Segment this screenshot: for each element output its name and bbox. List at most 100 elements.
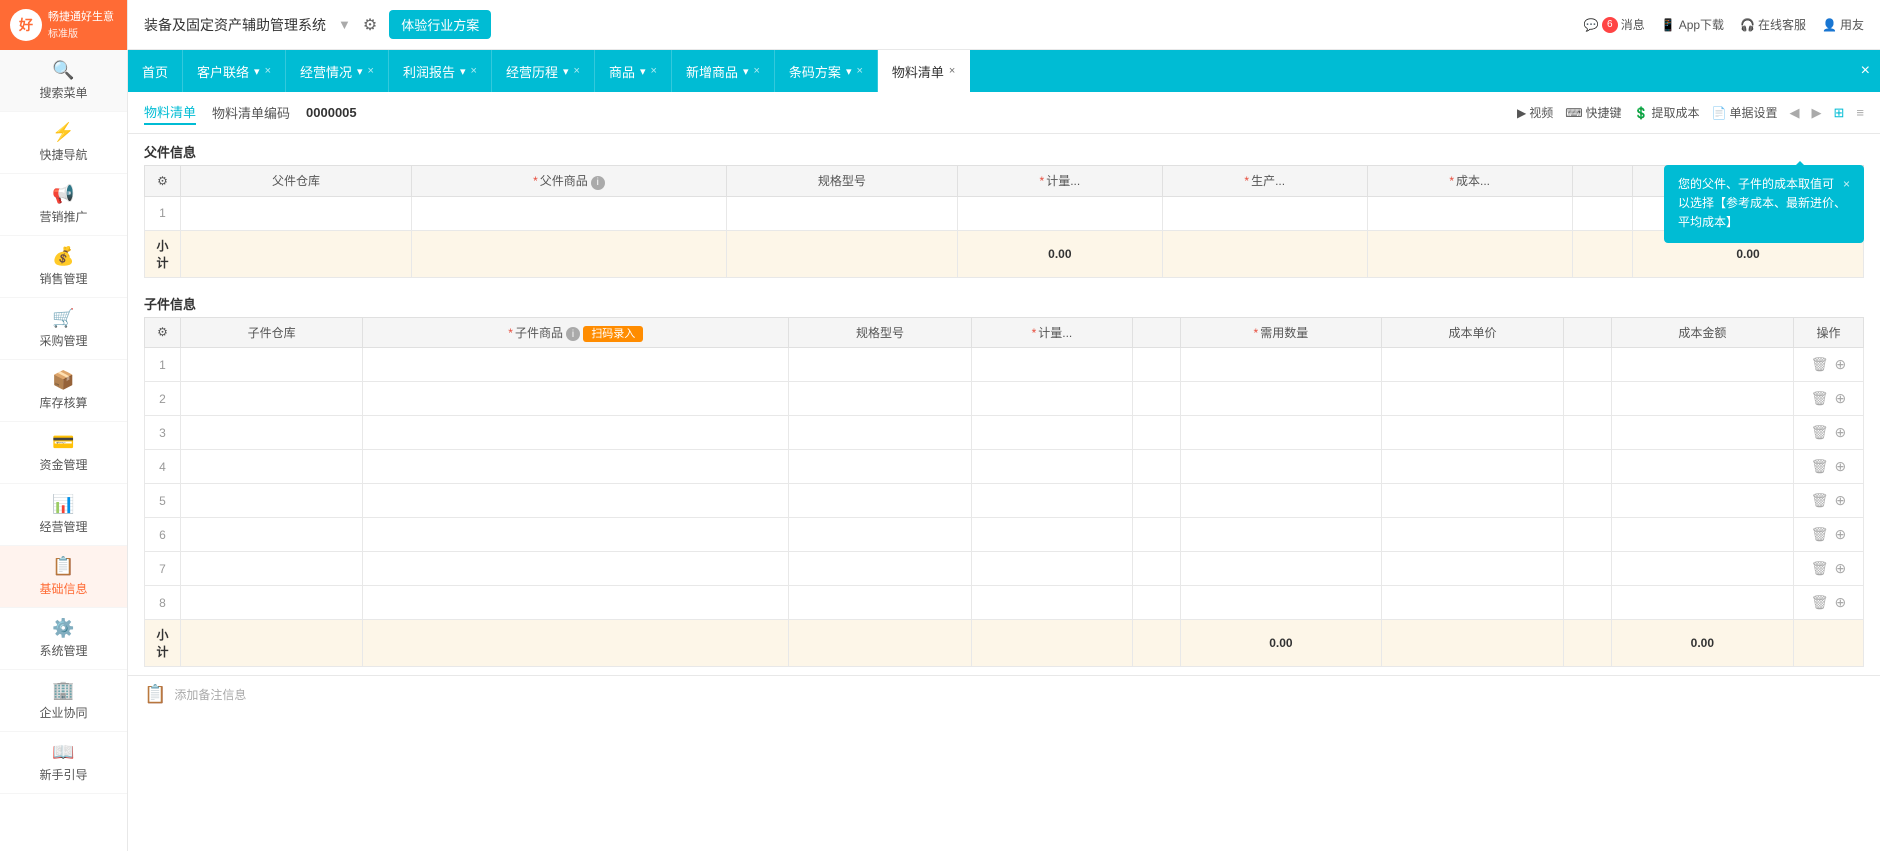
child-col-settings[interactable]: ⚙ xyxy=(145,317,181,348)
cell-cost[interactable] xyxy=(1367,196,1572,230)
delete-icon[interactable]: 🗑 xyxy=(1811,356,1829,373)
cell-warehouse[interactable] xyxy=(181,450,363,484)
experience-button[interactable]: 体验行业方案 xyxy=(389,10,491,39)
cell-goods[interactable] xyxy=(363,586,789,620)
cell-unit[interactable] xyxy=(957,196,1162,230)
cell-unit[interactable] xyxy=(971,416,1133,450)
nav-prev-icon[interactable]: ◀ xyxy=(1790,105,1800,121)
cell-spec[interactable] xyxy=(789,450,971,484)
cell-spec[interactable] xyxy=(789,484,971,518)
cell-qty[interactable] xyxy=(1180,586,1381,620)
nav-next-icon[interactable]: ▶ xyxy=(1812,105,1822,121)
cell-warehouse[interactable] xyxy=(181,416,363,450)
tab-profit[interactable]: 利润报告 ▾ × xyxy=(389,50,492,92)
cell-warehouse[interactable] xyxy=(181,382,363,416)
cell-unit-cost[interactable] xyxy=(1381,416,1563,450)
cell-warehouse[interactable] xyxy=(181,484,363,518)
cell-spec[interactable] xyxy=(789,586,971,620)
cell-unit-cost[interactable] xyxy=(1381,518,1563,552)
cell-goods[interactable] xyxy=(363,348,789,382)
delete-icon[interactable]: 🗑 xyxy=(1811,560,1829,577)
copy-icon[interactable]: ⊕ xyxy=(1835,356,1847,373)
cell-unit-cost[interactable] xyxy=(1381,484,1563,518)
info-icon[interactable]: i xyxy=(591,176,605,190)
tooltip-close-button[interactable]: × xyxy=(1843,175,1850,194)
cell-goods[interactable] xyxy=(363,552,789,586)
sidebar-item-system[interactable]: ⚙️ 系统管理 xyxy=(0,608,127,670)
cell-unit-cost[interactable] xyxy=(1381,552,1563,586)
close-icon[interactable]: × xyxy=(574,65,580,77)
delete-icon[interactable]: 🗑 xyxy=(1811,492,1829,509)
cell-unit[interactable] xyxy=(971,586,1133,620)
close-icon[interactable]: × xyxy=(949,65,955,77)
sidebar-item-search[interactable]: 🔍 搜索菜单 xyxy=(0,50,127,112)
app-download-button[interactable]: 📱 App下载 xyxy=(1661,16,1724,33)
sidebar-item-sales[interactable]: 💰 销售管理 xyxy=(0,236,127,298)
tab-customers[interactable]: 客户联络 ▾ × xyxy=(183,50,286,92)
footer-text[interactable]: 添加备注信息 xyxy=(174,686,246,703)
copy-icon[interactable]: ⊕ xyxy=(1835,594,1847,611)
sidebar-item-inventory[interactable]: 📦 库存核算 xyxy=(0,360,127,422)
sidebar-item-purchase[interactable]: 🛒 采购管理 xyxy=(0,298,127,360)
info-icon[interactable]: i xyxy=(566,327,580,341)
sidebar-item-guide[interactable]: 📖 新手引导 xyxy=(0,732,127,794)
close-icon[interactable]: × xyxy=(753,65,759,77)
cell-spec[interactable] xyxy=(789,416,971,450)
close-icon[interactable]: × xyxy=(856,65,862,77)
close-icon[interactable]: × xyxy=(651,65,657,77)
sidebar-item-basic[interactable]: 📋 基础信息 xyxy=(0,546,127,608)
cell-goods[interactable] xyxy=(363,382,789,416)
cell-qty[interactable] xyxy=(1180,348,1381,382)
delete-icon[interactable]: 🗑 xyxy=(1811,458,1829,475)
cell-qty[interactable] xyxy=(1180,416,1381,450)
cell-warehouse[interactable] xyxy=(181,552,363,586)
copy-icon[interactable]: ⊕ xyxy=(1835,492,1847,509)
delete-icon[interactable]: 🗑 xyxy=(1811,594,1829,611)
cell-unit-cost[interactable] xyxy=(1381,348,1563,382)
cell-goods[interactable] xyxy=(363,416,789,450)
tab-operations[interactable]: 经营情况 ▾ × xyxy=(286,50,389,92)
cell-spec[interactable] xyxy=(789,348,971,382)
copy-icon[interactable]: ⊕ xyxy=(1835,424,1847,441)
delete-icon[interactable]: 🗑 xyxy=(1811,424,1829,441)
shortcut-action[interactable]: ⌨ 快捷键 xyxy=(1565,104,1621,121)
cell-spec[interactable] xyxy=(789,382,971,416)
cell-unit[interactable] xyxy=(971,382,1133,416)
copy-icon[interactable]: ⊕ xyxy=(1835,390,1847,407)
close-all-button[interactable]: × xyxy=(1851,62,1880,80)
sidebar-item-operation[interactable]: 📊 经营管理 xyxy=(0,484,127,546)
cell-goods[interactable] xyxy=(411,196,726,230)
cell-qty[interactable] xyxy=(1180,484,1381,518)
cell-unit[interactable] xyxy=(971,484,1133,518)
delete-icon[interactable]: 🗑 xyxy=(1811,390,1829,407)
tab-history[interactable]: 经营历程 ▾ × xyxy=(492,50,595,92)
tab-bom[interactable]: 物料清单 × xyxy=(878,50,970,92)
cell-unit-cost[interactable] xyxy=(1381,382,1563,416)
dropdown-icon[interactable]: ▼ xyxy=(338,17,351,32)
cell-qty[interactable] xyxy=(1180,450,1381,484)
sidebar-item-enterprise[interactable]: 🏢 企业协同 xyxy=(0,670,127,732)
single-settings-action[interactable]: 📄 单据设置 xyxy=(1712,104,1778,121)
cell-unit[interactable] xyxy=(971,348,1133,382)
tab-goods[interactable]: 商品 ▾ × xyxy=(595,50,672,92)
tab-new-goods[interactable]: 新增商品 ▾ × xyxy=(672,50,775,92)
user-button[interactable]: 👤 用友 xyxy=(1822,16,1864,33)
cell-goods[interactable] xyxy=(363,450,789,484)
grid-view-icon[interactable]: ⊞ xyxy=(1834,105,1845,121)
copy-icon[interactable]: ⊕ xyxy=(1835,458,1847,475)
cell-qty[interactable] xyxy=(1180,552,1381,586)
cell-unit[interactable] xyxy=(971,450,1133,484)
cell-produce[interactable] xyxy=(1162,196,1367,230)
cell-goods[interactable] xyxy=(363,518,789,552)
copy-icon[interactable]: ⊕ xyxy=(1835,526,1847,543)
cell-qty[interactable] xyxy=(1180,518,1381,552)
cell-warehouse[interactable] xyxy=(181,348,363,382)
view-action[interactable]: ▶ 视频 xyxy=(1517,104,1553,121)
cell-qty[interactable] xyxy=(1180,382,1381,416)
close-icon[interactable]: × xyxy=(265,65,271,77)
subnav-bom-list[interactable]: 物料清单 xyxy=(144,100,196,125)
sidebar-item-finance[interactable]: 💳 资金管理 xyxy=(0,422,127,484)
cell-spec[interactable] xyxy=(789,518,971,552)
list-view-icon[interactable]: ≡ xyxy=(1856,105,1864,120)
cell-spec[interactable] xyxy=(789,552,971,586)
